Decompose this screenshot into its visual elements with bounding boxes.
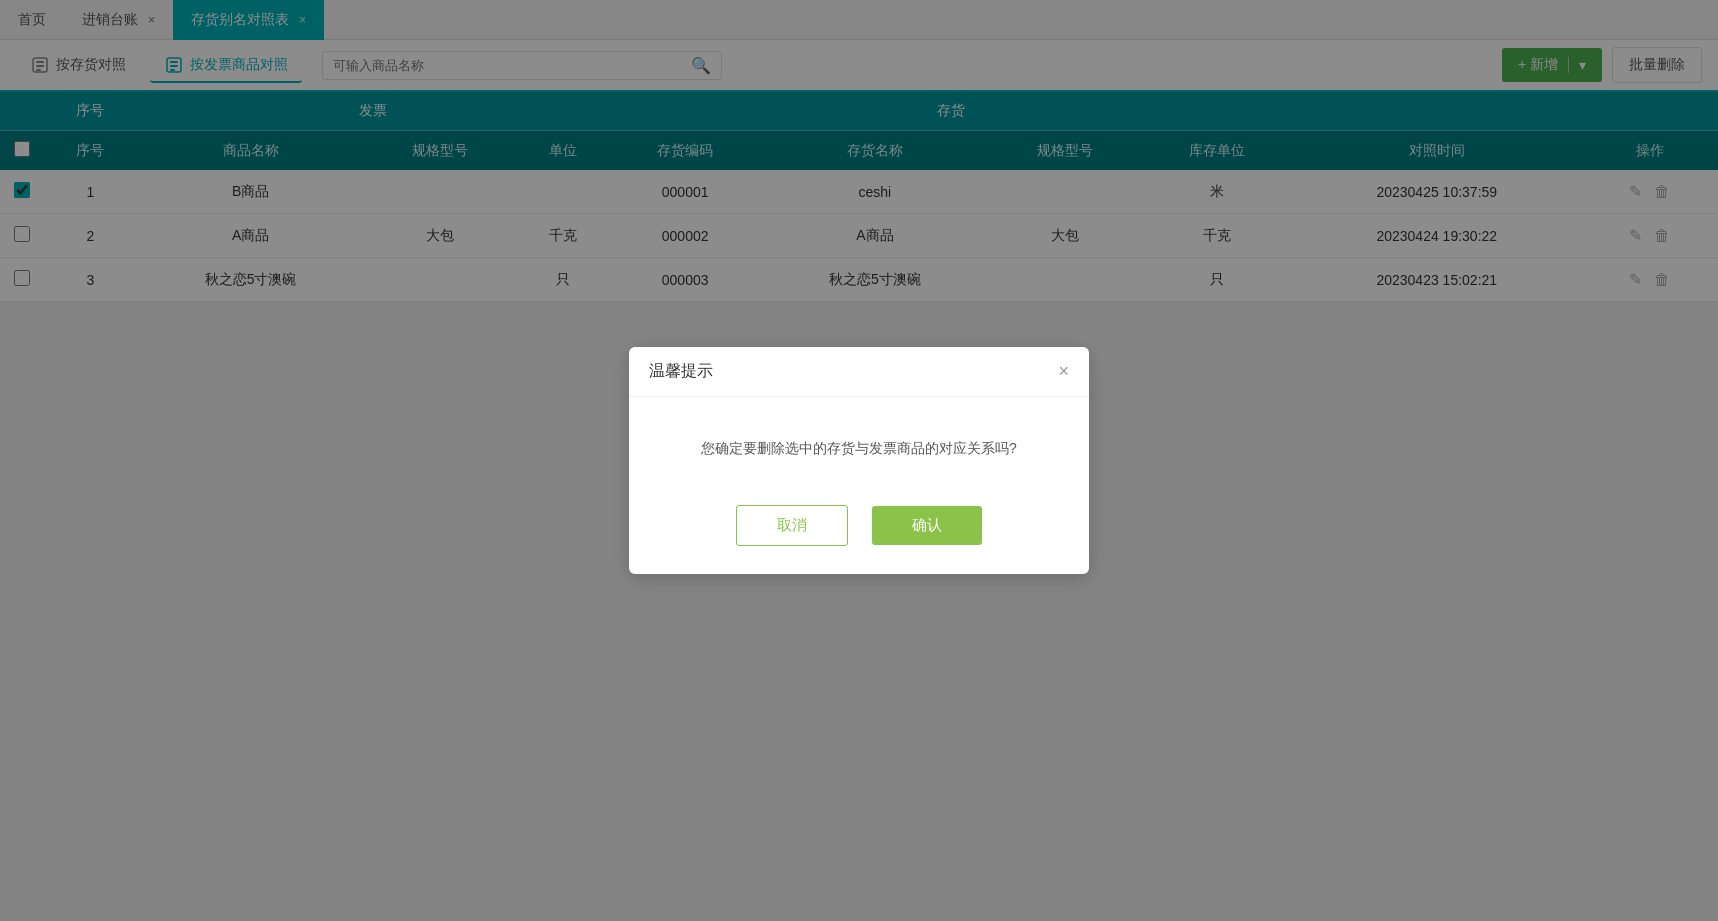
dialog-message: 您确定要删除选中的存货与发票商品的对应关系吗?	[701, 440, 1017, 456]
dialog-header: 温馨提示 ×	[629, 347, 1089, 397]
dialog-confirm-button[interactable]: 确认	[872, 506, 982, 545]
dialog-footer: 取消 确认	[629, 489, 1089, 574]
dialog-close-button[interactable]: ×	[1058, 361, 1069, 382]
confirm-dialog: 温馨提示 × 您确定要删除选中的存货与发票商品的对应关系吗? 取消 确认	[629, 347, 1089, 574]
dialog-body: 您确定要删除选中的存货与发票商品的对应关系吗?	[629, 397, 1089, 489]
dialog-title: 温馨提示	[649, 361, 713, 382]
dialog-cancel-button[interactable]: 取消	[736, 505, 848, 546]
confirm-dialog-overlay: 温馨提示 × 您确定要删除选中的存货与发票商品的对应关系吗? 取消 确认	[0, 0, 1718, 921]
